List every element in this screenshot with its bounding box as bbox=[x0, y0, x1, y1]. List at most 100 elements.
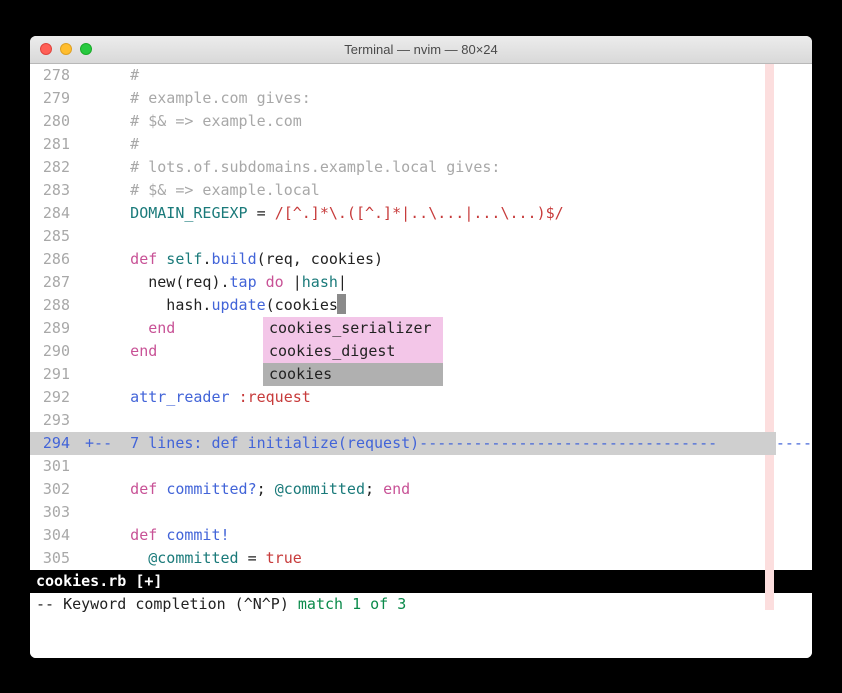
line-number: 289 bbox=[30, 317, 76, 340]
line-number: 302 bbox=[30, 478, 76, 501]
args: (cookies bbox=[266, 296, 338, 314]
sp bbox=[157, 480, 166, 498]
bool-true: true bbox=[266, 549, 302, 567]
line-number: 281 bbox=[30, 133, 76, 156]
pipe: | bbox=[284, 273, 302, 291]
line-286: 286 def self.build(req, cookies) bbox=[30, 248, 812, 271]
kw-def: def bbox=[76, 526, 157, 544]
line-278: 278 # bbox=[30, 64, 812, 87]
semi: ; bbox=[365, 480, 383, 498]
line-number: 305 bbox=[30, 547, 76, 570]
fold-text: +-- 7 lines: def initialize(request)----… bbox=[76, 434, 717, 452]
op: = bbox=[239, 549, 266, 567]
code: def self.build(req, cookies) bbox=[76, 248, 812, 271]
line-number: 291 bbox=[30, 363, 76, 386]
status-line: cookies.rb [+] bbox=[30, 570, 812, 593]
cmd-match-count: match 1 of 3 bbox=[298, 595, 406, 613]
blank bbox=[76, 455, 812, 478]
blank bbox=[76, 363, 812, 386]
line-287: 287 new(req).tap do |hash| bbox=[30, 271, 812, 294]
line-number: 284 bbox=[30, 202, 76, 225]
completion-item-selected[interactable]: cookies bbox=[263, 363, 443, 386]
sp bbox=[157, 526, 166, 544]
constant: DOMAIN_REGEXP bbox=[76, 204, 248, 222]
line-283: 283 # $& => example.local bbox=[30, 179, 812, 202]
sp bbox=[230, 388, 239, 406]
close-icon[interactable] bbox=[40, 43, 52, 55]
code: new(req).tap do |hash| bbox=[76, 271, 812, 294]
line-number: 286 bbox=[30, 248, 76, 271]
completion-popup[interactable]: cookies_serializer cookies_digest cookie… bbox=[263, 317, 443, 386]
text: new(req). bbox=[76, 273, 230, 291]
completion-item[interactable]: cookies_digest bbox=[263, 340, 443, 363]
pipe: | bbox=[338, 273, 347, 291]
code: def commit! bbox=[76, 524, 812, 547]
terminal-viewport[interactable]: 278 # 279 # example.com gives: 280 # $& … bbox=[30, 64, 812, 658]
ivar: @committed bbox=[275, 480, 365, 498]
kw-def: def bbox=[76, 480, 157, 498]
code: def committed?; @committed; end bbox=[76, 478, 812, 501]
fn-name: build bbox=[211, 250, 256, 268]
fold-tail: ---- bbox=[776, 432, 812, 455]
line-number: 293 bbox=[30, 409, 76, 432]
fn-committed: committed? bbox=[166, 480, 256, 498]
code: @committed = true bbox=[76, 547, 812, 570]
titlebar[interactable]: Terminal — nvim — 80×24 bbox=[30, 36, 812, 64]
line-280: 280 # $& => example.com bbox=[30, 110, 812, 133]
line-number: 278 bbox=[30, 64, 76, 87]
line-284: 284 DOMAIN_REGEXP = /[^.]*\.([^.]*|..\..… bbox=[30, 202, 812, 225]
fn-tap: tap bbox=[230, 273, 257, 291]
code: DOMAIN_REGEXP = /[^.]*\.([^.]*|..\...|..… bbox=[76, 202, 812, 225]
cursor bbox=[337, 294, 346, 314]
line-285: 285 bbox=[30, 225, 812, 248]
minimize-icon[interactable] bbox=[60, 43, 72, 55]
indent bbox=[76, 549, 148, 567]
zoom-icon[interactable] bbox=[80, 43, 92, 55]
line-305: 305 @committed = true bbox=[30, 547, 812, 570]
line-number: 290 bbox=[30, 340, 76, 363]
line-number: 283 bbox=[30, 179, 76, 202]
line-number: 287 bbox=[30, 271, 76, 294]
comment: # lots.of.subdomains.example.local gives… bbox=[76, 156, 812, 179]
line-282: 282 # lots.of.subdomains.example.local g… bbox=[30, 156, 812, 179]
kw-end: end bbox=[76, 340, 812, 363]
symbol: :request bbox=[239, 388, 311, 406]
code: hash.update(cookies bbox=[76, 294, 812, 317]
kw-end: end bbox=[383, 480, 410, 498]
var-hash: hash bbox=[302, 273, 338, 291]
line-304: 304 def commit! bbox=[30, 524, 812, 547]
line-number: 301 bbox=[30, 455, 76, 478]
command-line: -- Keyword completion (^N^P) match 1 of … bbox=[30, 593, 812, 616]
blank bbox=[76, 225, 812, 248]
line-number: 282 bbox=[30, 156, 76, 179]
line-288: 288 hash.update(cookies bbox=[30, 294, 812, 317]
kw-end: end bbox=[76, 317, 812, 340]
args: (req, cookies) bbox=[257, 250, 383, 268]
line-number: 292 bbox=[30, 386, 76, 409]
line-number: 285 bbox=[30, 225, 76, 248]
terminal-window: Terminal — nvim — 80×24 278 # 279 # exam… bbox=[30, 36, 812, 658]
kw-def: def bbox=[76, 250, 157, 268]
fn-commit: commit! bbox=[166, 526, 229, 544]
op: = bbox=[248, 204, 275, 222]
kw-do: do bbox=[266, 273, 284, 291]
sp bbox=[257, 273, 266, 291]
text: hash. bbox=[76, 296, 211, 314]
comment: # bbox=[76, 133, 812, 156]
comment: # example.com gives: bbox=[76, 87, 812, 110]
line-number: 279 bbox=[30, 87, 76, 110]
line-number: 280 bbox=[30, 110, 76, 133]
completion-item[interactable]: cookies_serializer bbox=[263, 317, 443, 340]
fold-line-294[interactable]: 294 +-- 7 lines: def initialize(request)… bbox=[30, 432, 812, 455]
line-303: 303 bbox=[30, 501, 812, 524]
line-279: 279 # example.com gives: bbox=[30, 87, 812, 110]
comment: # bbox=[76, 64, 812, 87]
comment: # $& => example.com bbox=[76, 110, 812, 133]
line-number: 288 bbox=[30, 294, 76, 317]
buffer-name: cookies.rb [+] bbox=[36, 572, 162, 590]
semi: ; bbox=[257, 480, 275, 498]
cmd-mode-text: -- Keyword completion (^N^P) bbox=[36, 595, 298, 613]
line-number: 303 bbox=[30, 501, 76, 524]
line-number: 294 bbox=[30, 432, 76, 455]
blank bbox=[76, 409, 812, 432]
